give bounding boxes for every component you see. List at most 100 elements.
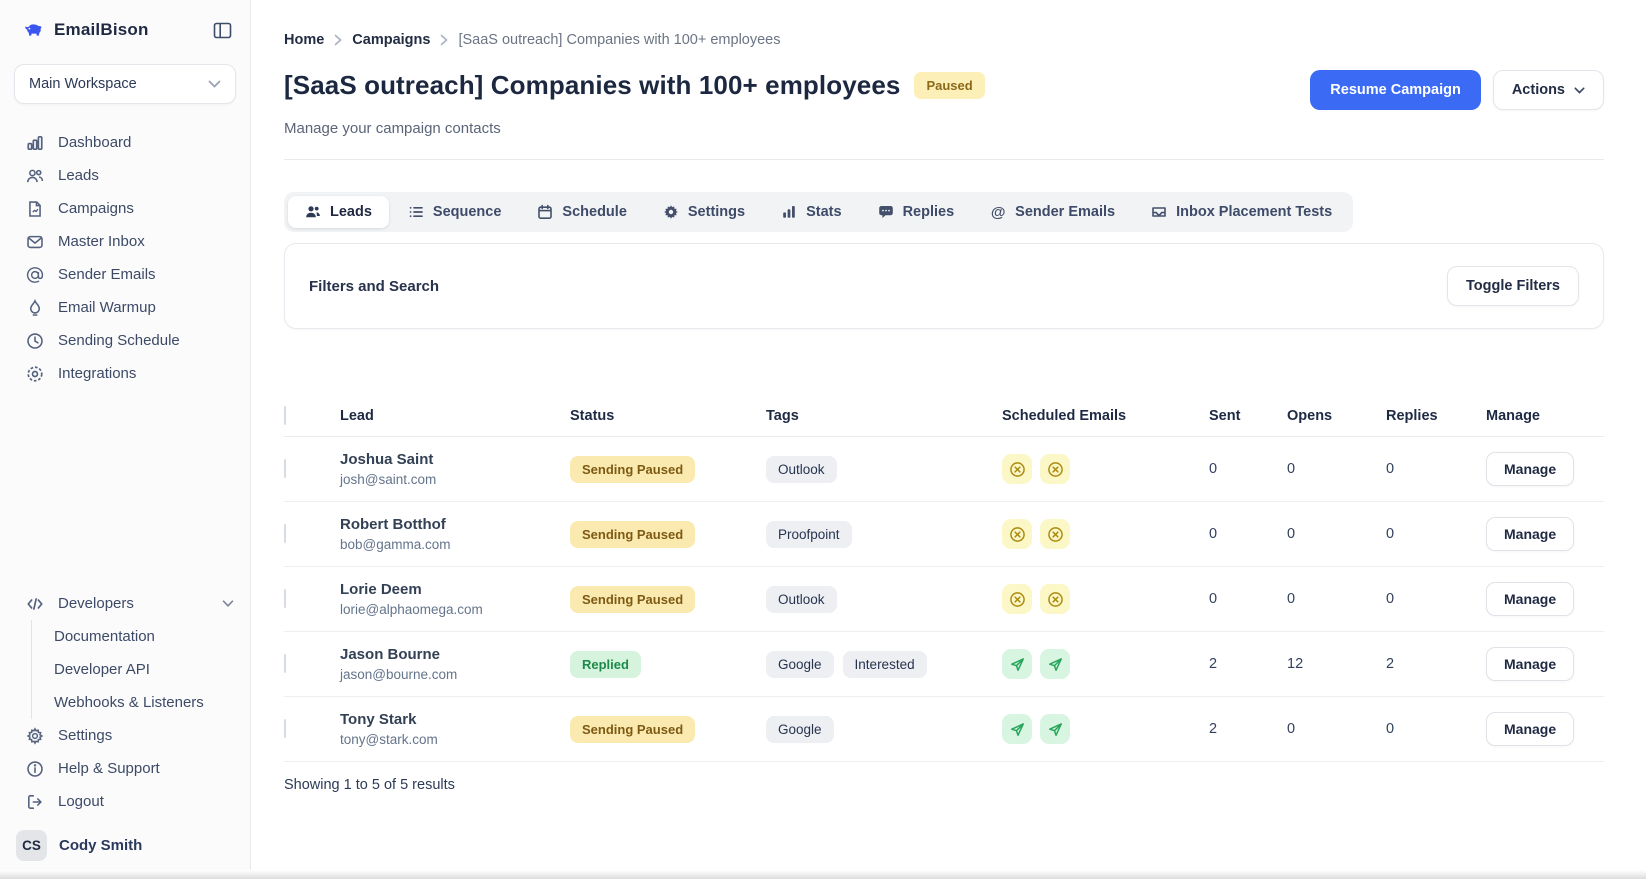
tab-inbox-placement-tests[interactable]: Inbox Placement Tests [1134,196,1349,228]
sidebar-item-label: Logout [58,793,104,810]
scheduled-email-paused-icon[interactable] [1002,584,1032,614]
column-header-replies: Replies [1386,407,1438,424]
scheduled-email-send-icon[interactable] [1002,649,1032,679]
replies-count: 0 [1386,591,1395,607]
row-checkbox[interactable] [284,654,286,673]
row-checkbox[interactable] [284,459,286,478]
tab-sequence[interactable]: Sequence [391,196,519,228]
lead-name[interactable]: Robert Botthof [340,516,570,533]
sidebar-item-label: Help & Support [58,760,160,777]
sidebar-item-developer-api[interactable]: Developer API [32,653,250,686]
sidebar-toggle-icon[interactable] [213,22,232,39]
sidebar-item-sending-schedule[interactable]: Sending Schedule [0,324,250,357]
filters-title: Filters and Search [309,277,440,295]
manage-button[interactable]: Manage [1486,582,1575,616]
sidebar-item-developers[interactable]: Developers [0,587,250,620]
sidebar-item-documentation[interactable]: Documentation [32,620,250,653]
tabs-bar: Leads Sequence Schedule Settings Stats R… [284,192,1354,232]
chevron-down-icon [208,80,221,88]
brand[interactable]: EmailBison [24,20,213,40]
row-checkbox[interactable] [284,524,286,543]
resume-campaign-button[interactable]: Resume Campaign [1310,70,1481,110]
sidebar-item-label: Integrations [58,365,137,382]
scheduled-email-send-icon[interactable] [1002,714,1032,744]
manage-button[interactable]: Manage [1486,517,1575,551]
toggle-filters-button[interactable]: Toggle Filters [1447,266,1579,306]
sidebar-item-email-warmup[interactable]: Email Warmup [0,291,250,324]
replies-count: 2 [1386,656,1395,672]
user-row[interactable]: CS Cody Smith [0,818,250,879]
tab-label: Sequence [432,204,502,220]
calendar-icon [537,204,553,220]
tag-badge: Outlook [766,455,837,483]
campaigns-icon [26,200,44,218]
scheduled-email-paused-icon[interactable] [1040,519,1070,549]
developers-submenu: Documentation Developer API Webhooks & L… [31,620,250,719]
scheduled-email-paused-icon[interactable] [1002,519,1032,549]
sidebar-item-webhooks-listeners[interactable]: Webhooks & Listeners [32,686,250,719]
tab-label: Schedule [562,204,627,220]
page-header: [SaaS outreach] Companies with 100+ empl… [284,70,1604,110]
breadcrumb-campaigns[interactable]: Campaigns [352,32,430,48]
table-header-row: Lead Status Tags Scheduled Emails Sent O… [284,395,1604,437]
sidebar-nav: Dashboard Leads Campaigns Master Inbox S… [0,126,250,390]
code-icon [26,595,44,613]
actions-button[interactable]: Actions [1492,70,1604,110]
breadcrumb-home[interactable]: Home [284,32,324,48]
select-all-checkbox[interactable] [284,405,286,425]
scheduled-email-paused-icon[interactable] [1040,454,1070,484]
sidebar-item-integrations[interactable]: Integrations [0,357,250,390]
logout-icon [26,793,44,811]
sidebar-item-master-inbox[interactable]: Master Inbox [0,225,250,258]
scheduled-email-send-icon[interactable] [1040,714,1070,744]
lead-email: lorie@alphaomega.com [340,602,483,617]
sent-count: 0 [1209,526,1218,542]
chevron-right-icon [440,34,449,46]
row-checkbox[interactable] [284,719,286,738]
sent-count: 2 [1209,721,1218,737]
tab-stats[interactable]: Stats [764,196,858,228]
column-header-opens: Opens [1287,407,1333,424]
sidebar-item-dashboard[interactable]: Dashboard [0,126,250,159]
tab-leads[interactable]: Leads [288,196,389,228]
scheduled-email-paused-icon[interactable] [1040,584,1070,614]
manage-button[interactable]: Manage [1486,452,1575,486]
opens-count: 0 [1287,526,1296,542]
gear-icon [26,726,44,745]
sidebar-item-help-support[interactable]: Help & Support [0,752,250,785]
lead-name[interactable]: Jason Bourne [340,646,570,663]
breadcrumb: Home Campaigns [SaaS outreach] Companies… [284,32,1604,48]
sent-count: 2 [1209,656,1218,672]
tab-settings[interactable]: Settings [646,196,762,228]
manage-button[interactable]: Manage [1486,647,1575,681]
workspace-selector[interactable]: Main Workspace [14,64,236,104]
sidebar-item-leads[interactable]: Leads [0,159,250,192]
row-checkbox[interactable] [284,589,286,608]
table-row: Robert Botthof bob@gamma.com Sending Pau… [284,502,1604,567]
sent-count: 0 [1209,591,1218,607]
lead-name[interactable]: Tony Stark [340,711,570,728]
tab-sender-emails[interactable]: @ Sender Emails [973,196,1132,228]
scheduled-email-send-icon[interactable] [1040,649,1070,679]
sidebar-item-label: Documentation [54,628,155,645]
lead-name[interactable]: Lorie Deem [340,581,570,598]
table-row: Joshua Saint josh@saint.com Sending Paus… [284,437,1604,502]
opens-count: 0 [1287,461,1296,477]
sidebar-item-campaigns[interactable]: Campaigns [0,192,250,225]
filters-card: Filters and Search Toggle Filters [284,243,1604,329]
opens-count: 12 [1287,656,1304,672]
sidebar-item-logout[interactable]: Logout [0,785,250,818]
scheduled-email-paused-icon[interactable] [1002,454,1032,484]
tab-replies[interactable]: Replies [861,196,972,228]
tab-label: Sender Emails [1015,204,1116,220]
column-header-sent: Sent [1209,407,1241,424]
column-header-lead: Lead [340,407,374,424]
sidebar-item-sender-emails[interactable]: Sender Emails [0,258,250,291]
replies-count: 0 [1386,461,1395,477]
bison-logo-icon [24,21,46,39]
manage-button[interactable]: Manage [1486,712,1575,746]
lead-name[interactable]: Joshua Saint [340,451,570,468]
tab-schedule[interactable]: Schedule [520,196,643,228]
sidebar-item-settings[interactable]: Settings [0,719,250,752]
